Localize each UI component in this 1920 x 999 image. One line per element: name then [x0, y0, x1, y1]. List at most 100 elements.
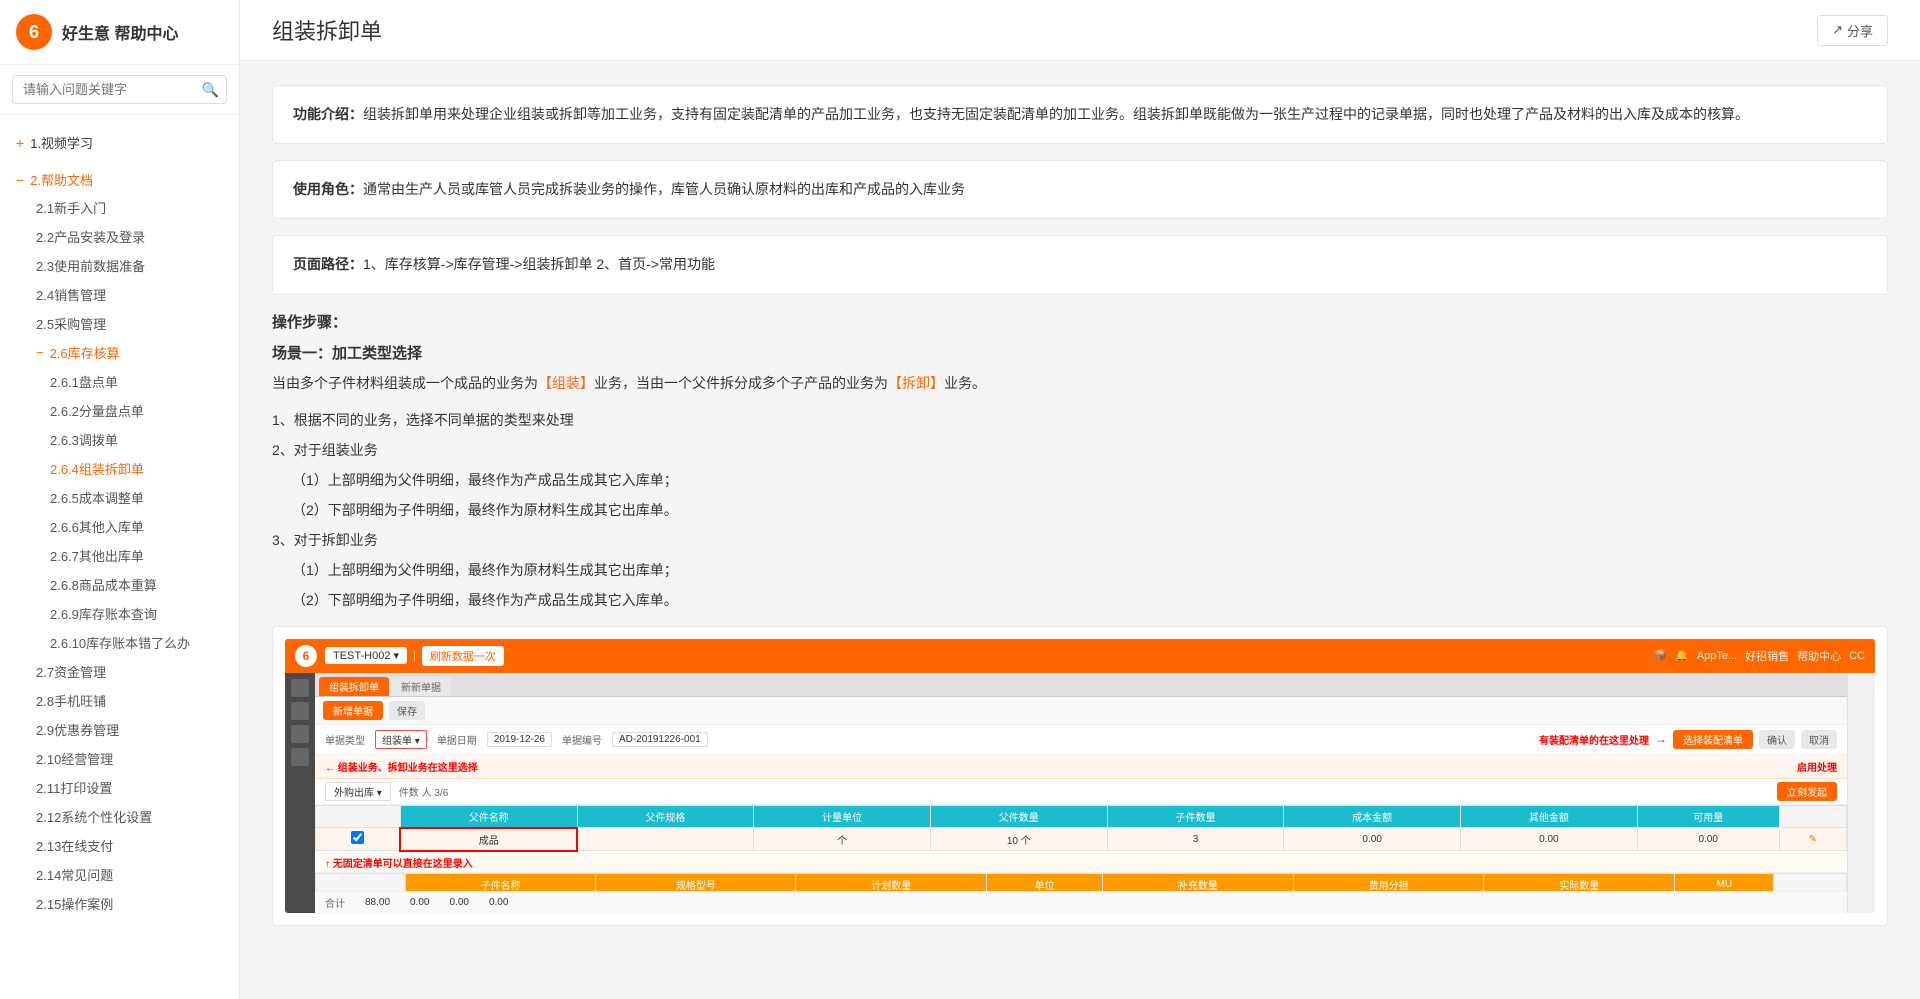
- nav-item-2-6-4[interactable]: 2.6.4组装拆卸单: [42, 454, 227, 483]
- step-3: 3、对于拆卸业务: [272, 526, 1888, 554]
- nav-item-2-6-10[interactable]: 2.6.10库存账本错了么办: [42, 628, 227, 657]
- nav-section-docs-header[interactable]: − 2.帮助文档: [12, 166, 227, 193]
- nav-item-2-6-7[interactable]: 2.6.7其他出库单: [42, 541, 227, 570]
- intro-block: 功能介绍：组装拆卸单用来处理企业组装或拆卸等加工业务，支持有固定装配清单的产品加…: [272, 85, 1888, 144]
- sub-form-row: 外购出库 ▾ 件数 人 3/6 立刻发起: [315, 779, 1847, 805]
- app-left-icon-3: [291, 725, 309, 743]
- nav-item-2-2[interactable]: 2.2产品安装及登录: [28, 222, 227, 251]
- nav-item-2-10[interactable]: 2.10经营管理: [28, 744, 227, 773]
- launch-btn[interactable]: 立刻发起: [1777, 782, 1837, 801]
- nav-item-2-1[interactable]: 2.1新手入门: [28, 193, 227, 222]
- nav-item-2-6-6[interactable]: 2.6.6其他入库单: [42, 512, 227, 541]
- nav-item-2-3[interactable]: 2.3使用前数据准备: [28, 251, 227, 280]
- td-parent-name-1[interactable]: 成品: [400, 828, 577, 851]
- warehouse-input[interactable]: 外购出库 ▾: [325, 782, 391, 801]
- confirm-btn[interactable]: 确认: [1759, 730, 1795, 749]
- nav-item-2-6-label: 2.6库存核算: [50, 343, 120, 362]
- app-avatar: CC: [1849, 650, 1865, 662]
- annotation-4-text: ↑ 无固定清单可以直接在这里录入: [325, 859, 473, 870]
- plus-icon: +: [16, 135, 24, 151]
- footer-val-4: 0.00: [489, 897, 508, 908]
- nav-item-2-4[interactable]: 2.4销售管理: [28, 280, 227, 309]
- highlight-assembly: 【组装】: [538, 375, 594, 391]
- lower-table: 子件名称 规格型号 计划数量 单位 补充数量 费用分担 实际数量 MU: [315, 873, 1847, 891]
- main-header: 组装拆卸单 ↗ 分享: [240, 0, 1920, 61]
- th-cost: 成本金额: [1284, 805, 1461, 828]
- footer-val-1: 88.00: [365, 897, 390, 908]
- annotation-3-text: 启用处理: [1797, 759, 1837, 774]
- nav-docs-label: 2.帮助文档: [30, 170, 93, 189]
- form-header: 单据类型 组装单 ▾ 单据日期 2019-12-26 单据编号 AD-20191…: [315, 725, 1847, 755]
- app-name-2: 好招销售: [1745, 648, 1789, 664]
- nav-item-2-5[interactable]: 2.5采购管理: [28, 309, 227, 338]
- nav-item-2-12[interactable]: 2.12系统个性化设置: [28, 802, 227, 831]
- nav-section-video-header[interactable]: + 1.视频学习: [12, 129, 227, 156]
- th-other: 其他金额: [1461, 805, 1638, 828]
- table-row-1: 成品 个 10 个 3 0.00 0.00 0.00 ✎: [316, 828, 1847, 851]
- company-selector[interactable]: TEST-H002 ▾: [325, 647, 407, 664]
- td-cost-1: 0.00: [1284, 828, 1461, 851]
- td-check-1[interactable]: [316, 828, 401, 851]
- nav-item-2-6-3[interactable]: 2.6.3调拨单: [42, 425, 227, 454]
- steps-intro: 操作步骤： 场景一：加工类型选择 当由多个子件材料组装成一个成品的业务为【组装】…: [272, 311, 1888, 614]
- form-date-value: 2019-12-26: [487, 732, 552, 747]
- nav-item-2-9[interactable]: 2.9优惠券管理: [28, 715, 227, 744]
- app-left-bar: [285, 673, 315, 913]
- nav-item-2-6-2[interactable]: 2.6.2分量盘点单: [42, 396, 227, 425]
- app-doc-area: 组装拆卸单 新新单据 新增单据 保存 单据类型 组装单 ▾ 单据日期: [315, 673, 1847, 913]
- annotation-4-area: ↑ 无固定清单可以直接在这里录入: [315, 852, 1847, 873]
- search-icon: 🔍: [202, 81, 219, 98]
- search-input[interactable]: [12, 75, 227, 104]
- sub-form-bar: ← 组装业务、拆卸业务在这里选择 启用处理: [315, 755, 1847, 779]
- nav-item-2-13[interactable]: 2.13在线支付: [28, 831, 227, 860]
- share-button[interactable]: ↗ 分享: [1817, 15, 1888, 46]
- count-label: 件数 人 3/6: [399, 784, 448, 799]
- save-btn[interactable]: 保存: [389, 701, 425, 720]
- annotation-2-text: ← 组装业务、拆卸业务在这里选择: [325, 759, 478, 774]
- step-2-1: （1）上部明细为父件明细，最终作为产成品生成其它入库单；: [272, 466, 1888, 494]
- new-btn[interactable]: 新增单据: [323, 701, 383, 720]
- search-box[interactable]: 🔍: [0, 65, 239, 115]
- footer-val-2: 0.00: [410, 897, 429, 908]
- app-logo: 6: [16, 14, 52, 50]
- select-bom-btn[interactable]: 选择装配清单: [1673, 730, 1753, 749]
- doc-tab-2[interactable]: 新新单据: [391, 677, 451, 696]
- td-action-1[interactable]: ✎: [1779, 828, 1846, 851]
- refresh-btn[interactable]: 刷新数据一次: [422, 646, 504, 666]
- lower-table-wrap: 子件名称 规格型号 计划数量 单位 补充数量 费用分担 实际数量 MU: [315, 873, 1847, 891]
- doc-tabs: 组装拆卸单 新新单据: [315, 673, 1847, 697]
- nav-section-video: + 1.视频学习: [0, 123, 239, 160]
- screenshot-container: 6 TEST-H002 ▾ | 刷新数据一次 📦 🔔 AppTe... 好招销售…: [272, 626, 1888, 926]
- cancel-btn[interactable]: 取消: [1801, 730, 1837, 749]
- nav-item-2-14[interactable]: 2.14常见问题: [28, 860, 227, 889]
- app-bar-right: 📦 🔔 AppTe... 好招销售 帮助中心 CC: [1653, 648, 1865, 664]
- steps-main-title: 操作步骤：: [272, 311, 1888, 332]
- nav-item-2-8[interactable]: 2.8手机旺铺: [28, 686, 227, 715]
- role-block: 使用角色：通常由生产人员或库管人员完成拆装业务的操作，库管人员确认原材料的出库和…: [272, 160, 1888, 219]
- th-action: [1779, 805, 1846, 828]
- th-parent-qty: 父件数量: [930, 805, 1107, 828]
- app-left-icon-1: [291, 679, 309, 697]
- td-unit-1: 个: [754, 828, 931, 851]
- form-type-value[interactable]: 组装单 ▾: [375, 730, 427, 749]
- nav-item-2-6-9[interactable]: 2.6.9库存账本查询: [42, 599, 227, 628]
- doc-tab-1[interactable]: 组装拆卸单: [319, 677, 389, 696]
- edit-icon-1[interactable]: ✎: [1809, 834, 1817, 845]
- step-1: 1、根据不同的业务，选择不同单据的类型来处理: [272, 406, 1888, 434]
- nav-item-2-11[interactable]: 2.11打印设置: [28, 773, 227, 802]
- sub-form-right: 启用处理: [1797, 759, 1837, 774]
- nav-item-2-6-1[interactable]: 2.6.1盘点单: [42, 367, 227, 396]
- th-parent-spec: 父件规格: [577, 805, 754, 828]
- nav-item-2-15[interactable]: 2.15操作案例: [28, 889, 227, 918]
- scenario-desc: 当由多个子件材料组装成一个成品的业务为【组装】业务，当由一个父件拆分成多个子产品…: [272, 371, 1888, 396]
- step-3-1: （1）上部明细为父件明细，最终作为原材料生成其它出库单；: [272, 556, 1888, 584]
- annotation-1-text: 有装配清单的在这里处理: [1539, 732, 1649, 747]
- sidebar-header: 6 好生意 帮助中心: [0, 0, 239, 65]
- nav-item-2-7[interactable]: 2.7资金管理: [28, 657, 227, 686]
- app-left-icon-2: [291, 702, 309, 720]
- nav-video-label: 1.视频学习: [30, 133, 93, 152]
- nav-item-2-6-5[interactable]: 2.6.5成本调整单: [42, 483, 227, 512]
- nav-item-2-6-header[interactable]: − 2.6库存核算: [28, 338, 227, 367]
- td-other-1: 0.00: [1461, 828, 1638, 851]
- nav-item-2-6-8[interactable]: 2.6.8商品成本重算: [42, 570, 227, 599]
